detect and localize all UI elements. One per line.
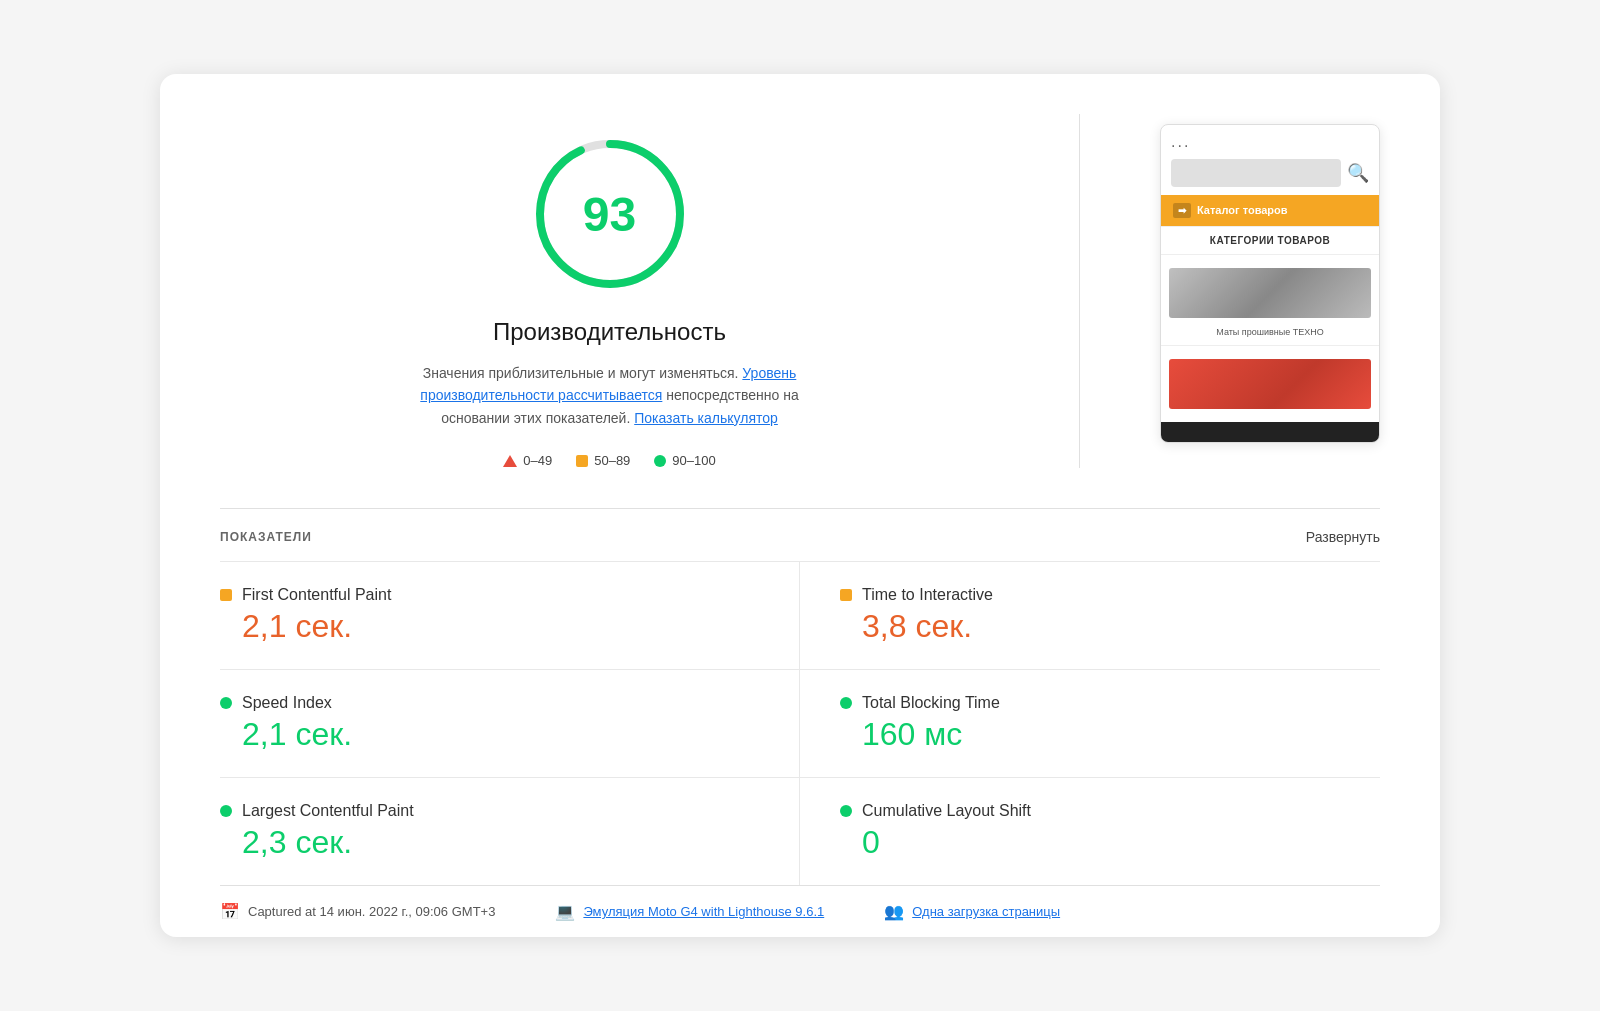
tti-value: 3,8 сек. (840, 608, 1380, 645)
performance-description: Значения приблизительные и могут изменят… (400, 362, 820, 429)
fcp-value: 2,1 сек. (220, 608, 759, 645)
metric-tbt-header: Total Blocking Time (840, 694, 1380, 712)
performance-title: Производительность (493, 318, 726, 346)
lcp-label: Largest Contentful Paint (242, 802, 414, 820)
metric-cls: Cumulative Layout Shift 0 (800, 778, 1380, 885)
cls-value: 0 (840, 824, 1380, 861)
metric-fcp-header: First Contentful Paint (220, 586, 759, 604)
metrics-grid: First Contentful Paint 2,1 сек. Time to … (220, 561, 1380, 885)
metrics-section: ПОКАЗАТЕЛИ Развернуть First Contentful P… (220, 508, 1380, 885)
si-value: 2,1 сек. (220, 716, 759, 753)
metrics-label: ПОКАЗАТЕЛИ (220, 530, 312, 544)
search-icon: 🔍 (1347, 162, 1369, 184)
section-divider (1079, 114, 1080, 468)
load-icon: 👥 (884, 902, 904, 921)
phone-catalog-button: ➡ Каталог товаров (1161, 195, 1379, 226)
score-legend: 0–49 50–89 90–100 (503, 453, 715, 468)
product-image-1 (1169, 263, 1371, 323)
metrics-header: ПОКАЗАТЕЛИ Развернуть (220, 529, 1380, 561)
tbt-value: 160 мс (840, 716, 1380, 753)
lcp-status-icon (220, 805, 232, 817)
metric-tti: Time to Interactive 3,8 сек. (800, 562, 1380, 670)
phone-search-input (1171, 159, 1341, 187)
tti-label: Time to Interactive (862, 586, 993, 604)
tti-status-icon (840, 589, 852, 601)
device-icon: 💻 (555, 902, 575, 921)
legend-item-low: 0–49 (503, 453, 552, 468)
footer-captured: 📅 Captured at 14 июн. 2022 г., 09:06 GMT… (220, 902, 495, 921)
emulation-link[interactable]: Эмуляция Moto G4 with Lighthouse 9.6.1 (583, 904, 824, 919)
calendar-icon: 📅 (220, 902, 240, 921)
tbt-status-icon (840, 697, 852, 709)
product-visual-2 (1169, 359, 1371, 409)
si-label: Speed Index (242, 694, 332, 712)
legend-item-mid: 50–89 (576, 453, 630, 468)
phone-product-1: Маты прошивные ТЕХНО (1161, 254, 1379, 345)
tbt-label: Total Blocking Time (862, 694, 1000, 712)
captured-text: Captured at 14 июн. 2022 г., 09:06 GMT+3 (248, 904, 495, 919)
metric-tti-header: Time to Interactive (840, 586, 1380, 604)
triangle-icon (503, 455, 517, 467)
product-visual-1 (1169, 268, 1371, 318)
metric-tbt: Total Blocking Time 160 мс (800, 670, 1380, 778)
legend-item-high: 90–100 (654, 453, 715, 468)
main-card: 93 Производительность Значения приблизит… (160, 74, 1440, 937)
circle-icon (654, 455, 666, 467)
product-image-2 (1169, 354, 1371, 414)
phone-search-bar: 🔍 (1161, 155, 1379, 195)
metric-lcp: Largest Contentful Paint 2,3 сек. (220, 778, 800, 885)
phone-dots: ... (1161, 125, 1379, 155)
metric-fcp: First Contentful Paint 2,1 сек. (220, 562, 800, 670)
phone-bottom-bar (1161, 422, 1379, 442)
perf-link-2[interactable]: Показать калькулятор (634, 410, 778, 426)
expand-button[interactable]: Развернуть (1306, 529, 1380, 545)
footer-emulation: 💻 Эмуляция Moto G4 with Lighthouse 9.6.1 (555, 902, 824, 921)
top-section: 93 Производительность Значения приблизит… (220, 114, 1380, 508)
score-area: 93 Производительность Значения приблизит… (220, 114, 999, 468)
metric-lcp-header: Largest Contentful Paint (220, 802, 759, 820)
si-status-icon (220, 697, 232, 709)
lcp-value: 2,3 сек. (220, 824, 759, 861)
metric-si: Speed Index 2,1 сек. (220, 670, 800, 778)
cls-label: Cumulative Layout Shift (862, 802, 1031, 820)
cls-status-icon (840, 805, 852, 817)
score-value: 93 (583, 186, 636, 241)
metric-si-header: Speed Index (220, 694, 759, 712)
fcp-status-icon (220, 589, 232, 601)
phone-preview: ... 🔍 ➡ Каталог товаров КАТЕГОРИИ ТОВАРО… (1160, 124, 1380, 443)
square-icon (576, 455, 588, 467)
footer: 📅 Captured at 14 июн. 2022 г., 09:06 GMT… (220, 885, 1380, 937)
phone-category-title: КАТЕГОРИИ ТОВАРОВ (1161, 226, 1379, 254)
score-circle: 93 (530, 134, 690, 294)
fcp-label: First Contentful Paint (242, 586, 391, 604)
product-label-1: Маты прошивные ТЕХНО (1169, 327, 1371, 337)
phone-frame: ... 🔍 ➡ Каталог товаров КАТЕГОРИИ ТОВАРО… (1160, 124, 1380, 443)
load-link[interactable]: Одна загрузка страницы (912, 904, 1060, 919)
metric-cls-header: Cumulative Layout Shift (840, 802, 1380, 820)
footer-load: 👥 Одна загрузка страницы (884, 902, 1060, 921)
phone-product-2 (1161, 345, 1379, 422)
arrow-icon: ➡ (1173, 203, 1191, 218)
